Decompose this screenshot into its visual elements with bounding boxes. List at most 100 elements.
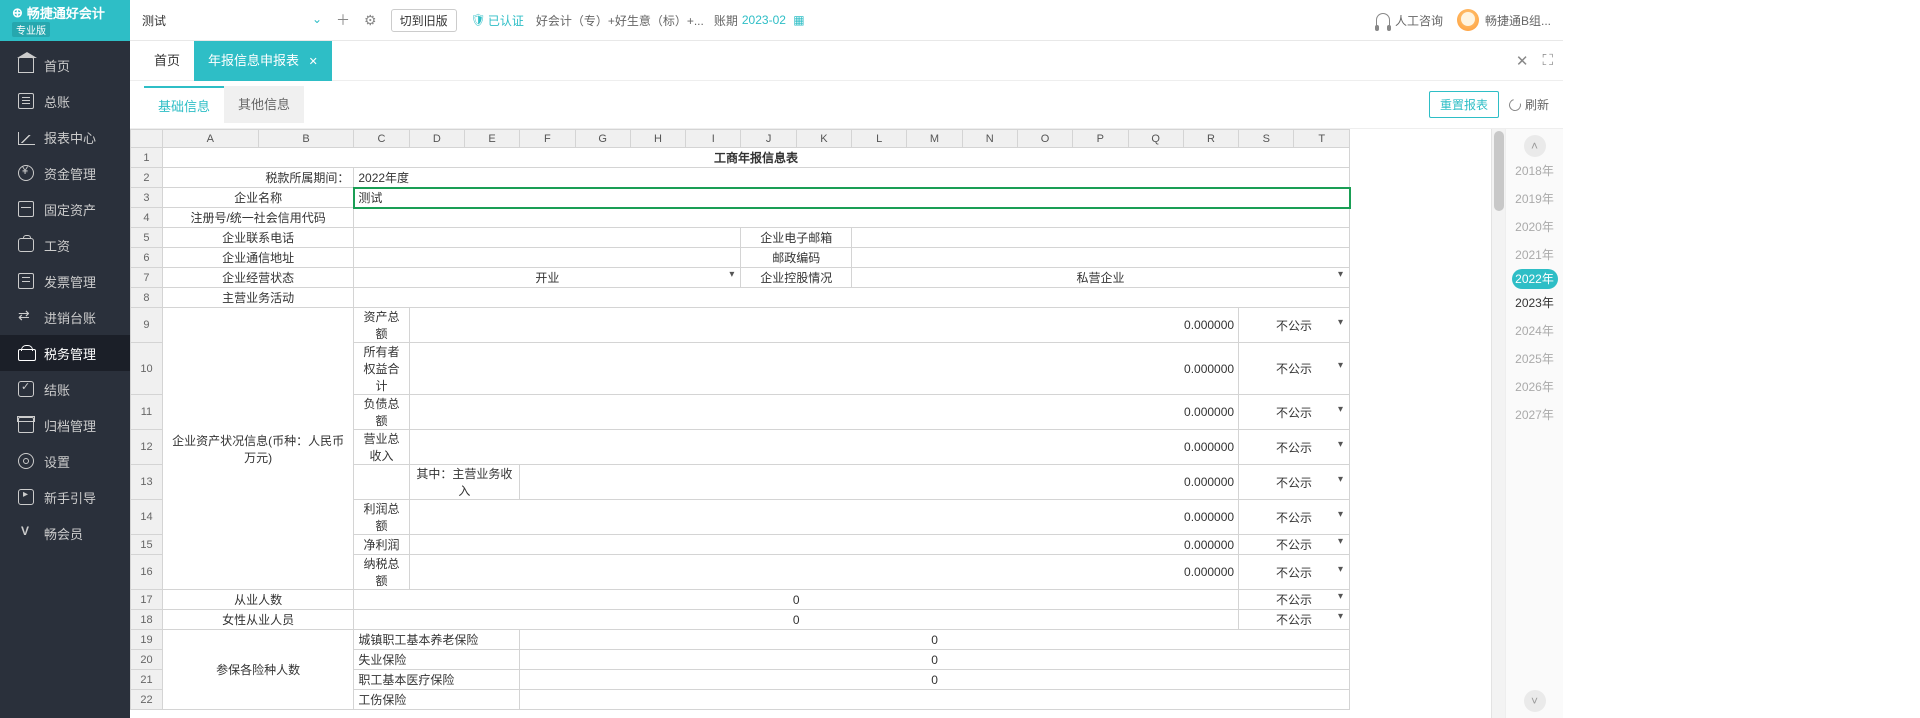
cell[interactable]: 其中：主营业务收入: [409, 465, 520, 500]
row-header[interactable]: 17: [131, 590, 163, 610]
col-header[interactable]: M: [907, 130, 962, 148]
row-header[interactable]: 4: [131, 208, 163, 228]
cell[interactable]: 企业通信地址: [162, 248, 353, 268]
cell[interactable]: 注册号/统一社会信用代码: [162, 208, 353, 228]
col-header[interactable]: F: [520, 130, 575, 148]
sidebar-item-invoice[interactable]: 发票管理: [0, 263, 130, 299]
col-header[interactable]: N: [962, 130, 1017, 148]
cell[interactable]: 不公示: [1239, 590, 1350, 610]
col-header[interactable]: G: [575, 130, 630, 148]
cell[interactable]: 不公示: [1239, 343, 1350, 395]
cell[interactable]: 0.000000: [520, 465, 1239, 500]
refresh-button[interactable]: 刷新: [1509, 96, 1549, 113]
cell[interactable]: 税款所属期间：: [162, 168, 353, 188]
col-header[interactable]: E: [464, 130, 519, 148]
col-header[interactable]: H: [630, 130, 685, 148]
cell[interactable]: 不公示: [1239, 395, 1350, 430]
sidebar-item-close[interactable]: 结账: [0, 371, 130, 407]
sidebar-item-archive[interactable]: 归档管理: [0, 407, 130, 443]
cell[interactable]: 企业电子邮箱: [741, 228, 852, 248]
cell[interactable]: [354, 288, 1350, 308]
reset-report-button[interactable]: 重置报表: [1429, 91, 1499, 118]
add-icon[interactable]: ＋: [336, 10, 350, 30]
row-header[interactable]: 18: [131, 610, 163, 630]
col-header[interactable]: O: [1017, 130, 1072, 148]
cell[interactable]: 工商年报信息表: [162, 148, 1349, 168]
cell[interactable]: 测试: [354, 188, 1350, 208]
cell[interactable]: 不公示: [1239, 500, 1350, 535]
sidebar-item-asset[interactable]: 固定资产: [0, 191, 130, 227]
cell[interactable]: 0.000000: [409, 343, 1238, 395]
cell[interactable]: 企业经营状态: [162, 268, 353, 288]
year-item[interactable]: 2027年: [1506, 401, 1563, 429]
cell[interactable]: 职工基本医疗保险: [354, 670, 520, 690]
close-icon[interactable]: ✕: [309, 56, 318, 68]
cell[interactable]: 0.000000: [409, 430, 1238, 465]
col-header[interactable]: K: [796, 130, 851, 148]
cell[interactable]: [354, 465, 409, 500]
sidebar-item-vip[interactable]: 畅会员: [0, 515, 130, 551]
col-header[interactable]: I: [686, 130, 741, 148]
row-header[interactable]: 12: [131, 430, 163, 465]
cell[interactable]: 0: [520, 630, 1350, 650]
sidebar-item-home[interactable]: 首页: [0, 47, 130, 83]
cell[interactable]: 不公示: [1239, 555, 1350, 590]
year-item[interactable]: 2026年: [1506, 373, 1563, 401]
cell[interactable]: 0.000000: [409, 535, 1238, 555]
year-up-icon[interactable]: ˄: [1524, 135, 1546, 157]
cell[interactable]: 主营业务活动: [162, 288, 353, 308]
fullscreen-icon[interactable]: ⛶: [1542, 52, 1553, 70]
cell[interactable]: 2022年度: [354, 168, 1350, 188]
row-header[interactable]: 3: [131, 188, 163, 208]
cell[interactable]: 营业总收入: [354, 430, 409, 465]
support-link[interactable]: 人工咨询: [1376, 12, 1443, 29]
close-all-icon[interactable]: ✕: [1516, 52, 1529, 70]
company-selector[interactable]: 测试 ⌄: [142, 12, 322, 29]
col-header[interactable]: C: [354, 130, 409, 148]
row-header[interactable]: 13: [131, 465, 163, 500]
cell[interactable]: 资产总额: [354, 308, 409, 343]
cell[interactable]: 纳税总额: [354, 555, 409, 590]
cell[interactable]: 失业保险: [354, 650, 520, 670]
cell[interactable]: [852, 228, 1350, 248]
cell[interactable]: 负债总额: [354, 395, 409, 430]
period-selector[interactable]: 2023-02 ▦: [742, 13, 805, 27]
row-header[interactable]: 1: [131, 148, 163, 168]
row-header[interactable]: 20: [131, 650, 163, 670]
year-item[interactable]: 2022年: [1512, 269, 1558, 289]
cell[interactable]: 女性从业人员: [162, 610, 353, 630]
cell[interactable]: 企业控股情况: [741, 268, 852, 288]
row-header[interactable]: 21: [131, 670, 163, 690]
cell[interactable]: 私营企业: [852, 268, 1350, 288]
sidebar-item-inout[interactable]: 进销台账: [0, 299, 130, 335]
inner-tab-basic[interactable]: 基础信息: [144, 86, 224, 123]
sidebar-item-salary[interactable]: 工资: [0, 227, 130, 263]
row-header[interactable]: 8: [131, 288, 163, 308]
cell[interactable]: [354, 208, 1350, 228]
sidebar-item-report[interactable]: 报表中心: [0, 119, 130, 155]
cell[interactable]: 企业联系电话: [162, 228, 353, 248]
col-header[interactable]: L: [852, 130, 907, 148]
cell[interactable]: 0.000000: [409, 500, 1238, 535]
row-header[interactable]: 7: [131, 268, 163, 288]
sidebar-item-ledger[interactable]: 总账: [0, 83, 130, 119]
year-item[interactable]: 2020年: [1506, 213, 1563, 241]
cell[interactable]: 利润总额: [354, 500, 409, 535]
row-header[interactable]: 2: [131, 168, 163, 188]
cell[interactable]: 开业: [354, 268, 741, 288]
year-down-icon[interactable]: ˅: [1524, 690, 1546, 712]
cell[interactable]: 不公示: [1239, 535, 1350, 555]
tab-home[interactable]: 首页: [140, 41, 194, 81]
row-header[interactable]: 6: [131, 248, 163, 268]
cell[interactable]: [520, 690, 1350, 710]
tab-annual-report[interactable]: 年报信息申报表 ✕: [194, 41, 332, 81]
spreadsheet[interactable]: ABCDEFGHIJKLMNOPQRST 1工商年报信息表2税款所属期间：202…: [130, 129, 1350, 710]
cell[interactable]: 0: [520, 650, 1350, 670]
cell[interactable]: 不公示: [1239, 308, 1350, 343]
cell[interactable]: 0.000000: [409, 555, 1238, 590]
sidebar-item-tax[interactable]: 税务管理: [0, 335, 130, 371]
col-header[interactable]: Q: [1128, 130, 1183, 148]
col-header[interactable]: [131, 130, 163, 148]
cell[interactable]: 不公示: [1239, 430, 1350, 465]
row-header[interactable]: 11: [131, 395, 163, 430]
